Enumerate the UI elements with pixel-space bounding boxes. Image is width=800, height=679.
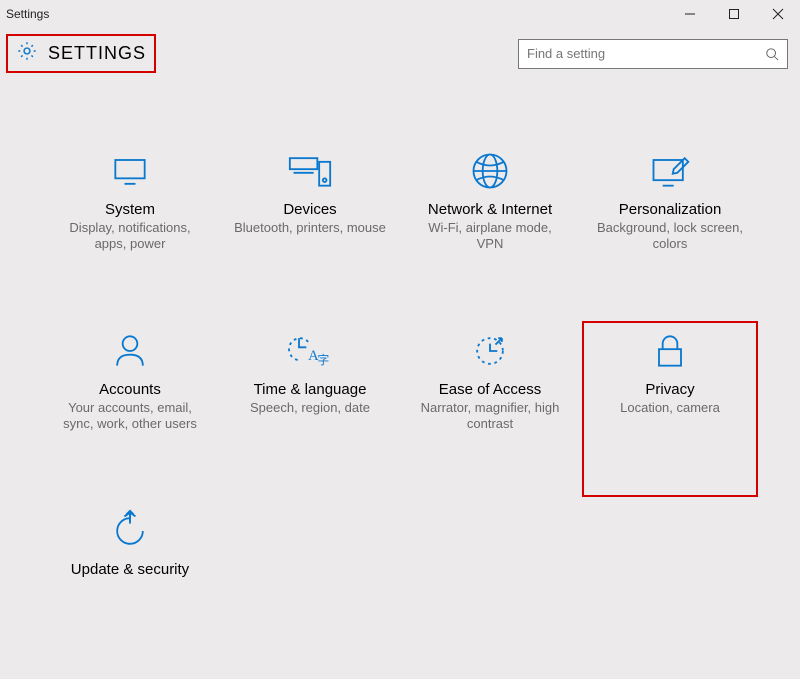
minimize-button[interactable] xyxy=(668,0,712,28)
header-title: SETTINGS xyxy=(48,43,146,64)
tile-time-language[interactable]: A 字 Time & language Speech, region, date xyxy=(220,319,400,499)
tile-title: Network & Internet xyxy=(428,201,552,218)
tile-update-security[interactable]: Update & security xyxy=(40,499,220,679)
tile-subtitle: Wi-Fi, airplane mode, VPN xyxy=(400,220,580,253)
tile-title: Devices xyxy=(283,201,336,218)
tile-title: Privacy xyxy=(645,381,694,398)
tile-subtitle: Location, camera xyxy=(606,400,734,416)
tile-accounts[interactable]: Accounts Your accounts, email, sync, wor… xyxy=(40,319,220,499)
search-input[interactable] xyxy=(519,46,757,61)
tile-system[interactable]: System Display, notifications, apps, pow… xyxy=(40,139,220,319)
globe-icon xyxy=(468,147,512,195)
window-controls xyxy=(668,0,800,28)
gear-icon xyxy=(16,40,38,67)
titlebar: Settings xyxy=(0,0,800,28)
tile-ease-of-access[interactable]: Ease of Access Narrator, magnifier, high… xyxy=(400,319,580,499)
lock-icon xyxy=(648,327,692,375)
time-language-icon: A 字 xyxy=(286,327,334,375)
tile-title: Personalization xyxy=(619,201,722,218)
svg-text:字: 字 xyxy=(317,353,329,367)
ease-of-access-icon xyxy=(468,327,512,375)
tile-subtitle: Display, notifications, apps, power xyxy=(40,220,220,253)
settings-grid: System Display, notifications, apps, pow… xyxy=(0,79,800,679)
tile-title: Accounts xyxy=(99,381,161,398)
tile-privacy[interactable]: Privacy Location, camera xyxy=(580,319,760,499)
close-button[interactable] xyxy=(756,0,800,28)
search-icon[interactable] xyxy=(757,47,787,61)
app-header: SETTINGS xyxy=(0,28,800,79)
window-title: Settings xyxy=(6,7,49,21)
devices-icon xyxy=(286,147,334,195)
tile-title: Time & language xyxy=(254,381,367,398)
tile-network[interactable]: Network & Internet Wi-Fi, airplane mode,… xyxy=(400,139,580,319)
tile-title: Ease of Access xyxy=(439,381,542,398)
tile-devices[interactable]: Devices Bluetooth, printers, mouse xyxy=(220,139,400,319)
tile-title: Update & security xyxy=(71,561,189,578)
search-box[interactable] xyxy=(518,39,788,69)
tile-subtitle: Bluetooth, printers, mouse xyxy=(220,220,400,236)
system-icon xyxy=(108,147,152,195)
tile-subtitle: Background, lock screen, colors xyxy=(580,220,760,253)
tile-subtitle: Narrator, magnifier, high contrast xyxy=(400,400,580,433)
tile-personalization[interactable]: Personalization Background, lock screen,… xyxy=(580,139,760,319)
personalization-icon xyxy=(647,147,693,195)
maximize-button[interactable] xyxy=(712,0,756,28)
update-icon xyxy=(108,507,152,555)
tile-subtitle: Your accounts, email, sync, work, other … xyxy=(40,400,220,433)
tile-title: System xyxy=(105,201,155,218)
accounts-icon xyxy=(108,327,152,375)
tile-subtitle: Speech, region, date xyxy=(236,400,384,416)
header-title-box: SETTINGS xyxy=(6,34,156,73)
